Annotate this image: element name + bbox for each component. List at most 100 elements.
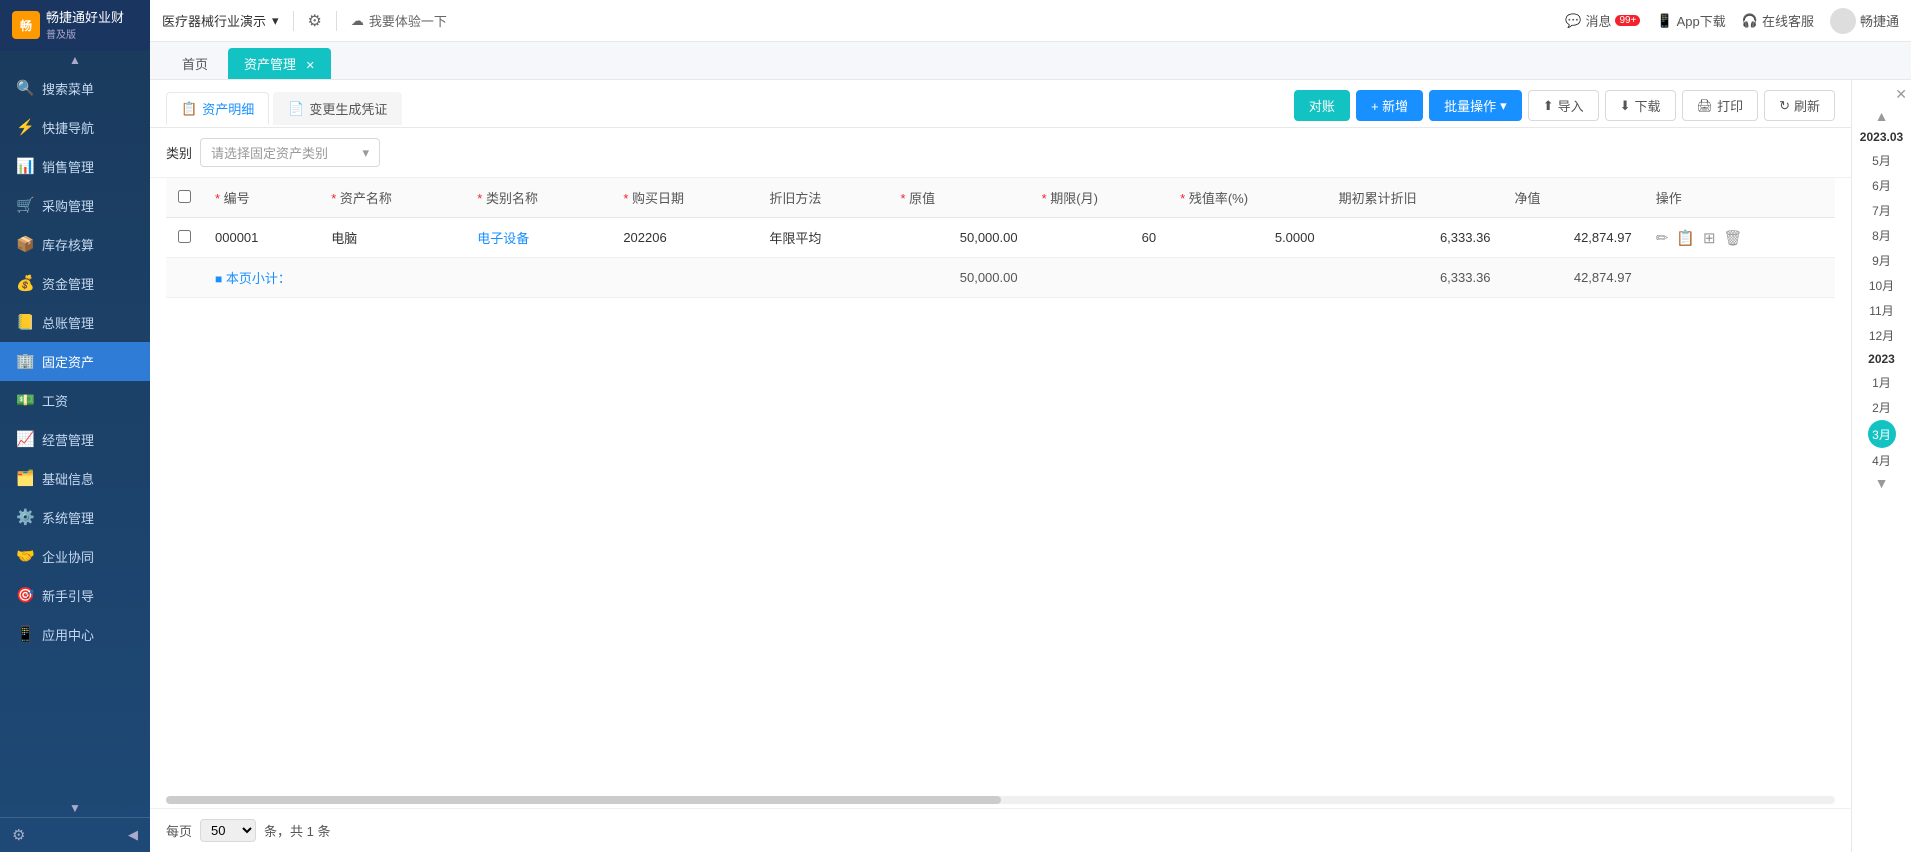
sidebar-item-基础信息[interactable]: 🗂️基础信息 [0,459,150,498]
nav-icon-2: 📊 [16,157,34,175]
sidebar-scroll-down[interactable]: ▼ [0,799,150,817]
cloud-icon: ☁ [351,13,364,29]
timeline-close-icon[interactable]: ✕ [1895,86,1907,103]
sub-tab-voucher[interactable]: 📄 变更生成凭证 [273,92,402,125]
sidebar: 畅 畅捷通好业财 普及版 ▲ 🔍搜索菜单⚡快捷导航📊销售管理🛒采购管理📦库存核算… [0,0,150,852]
nav-icon-9: 📈 [16,430,34,448]
sidebar-item-库存核算[interactable]: 📦库存核算 [0,225,150,264]
sub-tab-asset-detail[interactable]: 📋 资产明细 [166,92,269,125]
company-selector[interactable]: 医疗器械行业演示 ▾ [162,11,279,30]
cell-category: 电子设备 [465,218,611,258]
settings-icon[interactable]: ⚙ [12,826,25,844]
tab-home[interactable]: 首页 [166,48,224,79]
tab-home-label: 首页 [182,57,208,72]
cell-net-value: 42,874.97 [1503,218,1644,258]
sidebar-item-企业协同[interactable]: 🤝 企业协同 [0,537,150,576]
reconcile-button[interactable]: 对账 [1294,90,1350,121]
subtotal-empty [166,258,203,298]
nav-label-0: 搜索菜单 [42,79,94,98]
refresh-label: 刷新 [1794,96,1820,115]
timeline-month-5[interactable]: 5月 [1852,148,1911,173]
delete-icon[interactable]: 🗑 [1724,229,1743,247]
timeline-month-2[interactable]: 2月 [1852,395,1911,420]
print-button[interactable]: 🖨 打印 [1682,90,1759,121]
sidebar-item-总账管理[interactable]: 📒总账管理 [0,303,150,342]
tab-asset-label: 资产管理 [244,57,296,72]
timeline-month-7[interactable]: 7月 [1852,198,1911,223]
sidebar-item-快捷导航[interactable]: ⚡快捷导航 [0,108,150,147]
app-download-label: App下载 [1677,11,1726,30]
sidebar-item-固定资产[interactable]: 🏢固定资产 [0,342,150,381]
nav-icon-12: 🤝 [16,547,34,565]
messages-badge: 99+ [1615,15,1640,26]
batch-button[interactable]: 批量操作 ▾ [1429,90,1522,121]
sidebar-item-搜索菜单[interactable]: 🔍 搜索菜单 [0,69,150,108]
messages-button[interactable]: 💬 消息 99+ [1565,11,1640,30]
sidebar-bottom: ⚙ ◀ [0,817,150,852]
voucher-label: 变更生成凭证 [309,99,387,118]
timeline-month-12[interactable]: 12月 [1852,323,1911,348]
sidebar-item-资金管理[interactable]: 💰资金管理 [0,264,150,303]
sub-tabs: 📋 资产明细 📄 变更生成凭证 对账 + 新增 批量操作 ▾ ⬆ [150,80,1851,128]
company-dropdown-icon: ▾ [272,13,279,29]
timeline-month-1[interactable]: 1月 [1852,370,1911,395]
nav-icon-8: 💵 [16,391,34,409]
horizontal-scrollbar[interactable] [166,796,1835,804]
new-button[interactable]: + 新增 [1356,90,1423,121]
category-filter[interactable]: 请选择固定资产类别 ▾ [200,138,380,167]
more-icon[interactable]: ⊞ [1703,229,1716,247]
sidebar-item-经营管理[interactable]: 📈经营管理 [0,420,150,459]
edit-icon[interactable]: ✏ [1656,229,1669,247]
content-area: 📋 资产明细 📄 变更生成凭证 对账 + 新增 批量操作 ▾ ⬆ [150,80,1911,852]
user-menu[interactable]: 畅捷通 [1830,8,1899,34]
refresh-button[interactable]: ↻ 刷新 [1764,90,1835,121]
nav-icon-0: 🔍 [16,79,34,97]
timeline-month-10[interactable]: 10月 [1852,273,1911,298]
sidebar-collapse-icon[interactable]: ◀ [128,827,138,843]
timeline-month-4[interactable]: 4月 [1852,448,1911,473]
topbar-right: 💬 消息 99+ 📱 App下载 🎧 在线客服 畅捷通 [1565,8,1899,34]
timeline-month-11[interactable]: 11月 [1852,298,1911,323]
online-service-button[interactable]: 🎧 在线客服 [1742,11,1814,30]
refresh-icon: ↻ [1779,98,1790,114]
tab-close-icon[interactable]: ✕ [306,60,315,72]
tabs-bar: 首页 资产管理 ✕ [150,42,1911,80]
select-all-checkbox[interactable] [178,190,191,203]
nav-icon-13: 🎯 [16,586,34,604]
nav-icon-11: ⚙️ [16,508,34,526]
username: 畅捷通 [1860,11,1899,30]
col-period: 期限(月) [1030,178,1169,218]
import-button[interactable]: ⬆ 导入 [1528,90,1599,121]
sidebar-item-新手引导[interactable]: 🎯新手引导 [0,576,150,615]
asset-table: 编号 资产名称 类别名称 购买日期 折旧方法 原值 期限(月) 残值率(%) 期… [166,178,1835,298]
timeline-month-8[interactable]: 8月 [1852,223,1911,248]
cell-actions: ✏ 📋 ⊞ 🗑 [1644,218,1835,258]
sidebar-item-采购管理[interactable]: 🛒采购管理 [0,186,150,225]
subtotal-residual [1168,258,1326,298]
row-checkbox-0[interactable] [178,230,191,243]
download-icon: 📱 [1656,13,1672,29]
sidebar-item-销售管理[interactable]: 📊销售管理 [0,147,150,186]
timeline-month-9[interactable]: 9月 [1852,248,1911,273]
sidebar-item-系统管理[interactable]: ⚙️系统管理 [0,498,150,537]
download-label: 下载 [1635,96,1661,115]
settings-icon[interactable]: ⚙ [308,11,322,31]
timeline-down-nav[interactable]: ▼ [1852,473,1911,493]
download-button[interactable]: ⬇ 下载 [1605,90,1676,121]
per-page-select[interactable]: 50 100 [200,819,256,842]
tab-asset-management[interactable]: 资产管理 ✕ [228,48,331,79]
sidebar-item-应用中心[interactable]: 📱应用中心 [0,615,150,654]
nav-label-12: 企业协同 [42,547,94,566]
timeline-month-3[interactable]: 3月 [1868,420,1896,448]
col-code: 编号 [203,178,319,218]
scrollbar-thumb[interactable] [166,796,1001,804]
sidebar-scroll-up[interactable]: ▲ [0,51,150,69]
timeline-month-6[interactable]: 6月 [1852,173,1911,198]
nav-icon-4: 📦 [16,235,34,253]
col-method: 折旧方法 [757,178,888,218]
sidebar-item-工资[interactable]: 💵工资 [0,381,150,420]
timeline-up-nav[interactable]: ▲ [1852,106,1911,126]
experience-button[interactable]: ☁ 我要体验一下 [351,11,447,30]
copy-icon[interactable]: 📋 [1676,229,1695,247]
app-download-button[interactable]: 📱 App下载 [1656,11,1725,30]
